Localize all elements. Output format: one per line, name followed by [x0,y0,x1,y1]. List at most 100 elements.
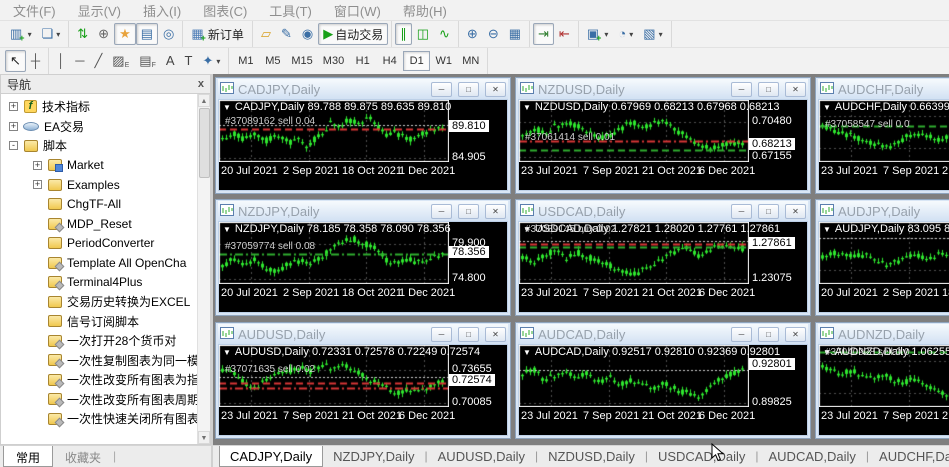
chart-menu-arrow-icon[interactable]: ▼ [823,103,831,112]
new-chart-dropdown-icon[interactable]: ▾ [28,30,32,39]
chart-window-titlebar[interactable]: AUDNZD,Daily─□✕ [818,324,949,344]
menu-item-2[interactable]: 显示(V) [67,0,132,22]
new-chart-button[interactable]: ▥ + ▾ [5,23,37,45]
collapse-icon[interactable]: - [9,141,18,151]
restore-button[interactable]: □ [758,203,779,219]
chart-tab-audcad[interactable]: AUDCAD,Daily [759,446,866,467]
chart-plot-area[interactable]: ▼ NZDUSD,Daily 0.67969 0.68213 0.67968 0.… [518,99,808,191]
close-button[interactable]: ✕ [485,203,506,219]
text-button[interactable]: A [161,50,180,72]
candlestick-chart-button[interactable]: ◫ [412,23,434,45]
nav-item-8[interactable]: PeriodConverter [1,234,210,254]
expand-icon[interactable]: + [9,102,18,112]
periods-button[interactable]: ◔ ▾ [613,23,638,45]
nav-item-6[interactable]: ChgTF-All [1,195,210,215]
chart-plot-area[interactable]: ▼ NZDJPY,Daily 78.185 78.358 78.090 78.35… [218,221,508,313]
bar-chart-button[interactable]: ∥ [395,23,412,45]
nav-item-12[interactable]: 信号订阅脚本 [1,312,210,332]
close-button[interactable]: ✕ [485,326,506,342]
templates-button[interactable]: ▧ ▾ [638,23,667,45]
nav-item-10[interactable]: Terminal4Plus [1,273,210,293]
chart-menu-arrow-icon[interactable]: ▼ [523,348,531,357]
nav-item-11[interactable]: 交易历史转换为EXCEL [1,292,210,312]
profiles-button[interactable]: ❏ ▾ [37,23,66,45]
chart-window-titlebar[interactable]: AUDCHF,Daily─□✕ [818,79,949,99]
chart-shift-button[interactable]: ⇤ [554,23,575,45]
restore-button[interactable]: □ [758,81,779,97]
zoom-out-button[interactable]: ⊖ [483,23,504,45]
templates-dropdown-icon[interactable]: ▾ [659,30,663,39]
chart-window-titlebar[interactable]: NZDJPY,Daily ─ □ ✕ [218,201,508,221]
minimize-button[interactable]: ─ [731,81,752,97]
nav-item-1[interactable]: + f 技术指标 [1,97,210,117]
chart-plot-area[interactable]: ▼AUDJPY,Daily 83.095 83. 20 Jul 2021 2 Sep… [818,221,949,313]
navigator-scrollbar[interactable]: ▲ ▼ [197,94,210,444]
chart-tab-nzdjpy[interactable]: NZDJPY,Daily [323,446,424,467]
equidistant-channel-button[interactable]: ▨ E [107,50,134,72]
text-label-button[interactable]: T [180,50,198,72]
chart-window-titlebar[interactable]: AUDUSD,Daily ─ □ ✕ [218,324,508,344]
timeframe-m5[interactable]: M5 [259,51,286,71]
menu-item-3[interactable]: 插入(I) [132,0,192,22]
market-watch-button[interactable]: ⇅ [72,23,93,45]
menu-item-7[interactable]: 帮助(H) [392,0,458,22]
chart-menu-arrow-icon[interactable]: ▼ [223,348,231,357]
community-button[interactable]: ◉ [297,23,318,45]
chart-tab-usdcad[interactable]: USDCAD,Daily [648,446,755,467]
nav-item-9[interactable]: Template All OpenCha [1,253,210,273]
minimize-button[interactable]: ─ [431,326,452,342]
expand-icon[interactable]: + [33,160,42,170]
restore-button[interactable]: □ [458,81,479,97]
minimize-button[interactable]: ─ [431,81,452,97]
strategy-tester-button[interactable]: ◎ [158,23,179,45]
menu-item-4[interactable]: 图表(C) [192,0,258,22]
nav-item-14[interactable]: 一次性复制图表为同一模 [1,351,210,371]
scrollbar-thumb[interactable] [199,108,210,178]
menu-item-1[interactable]: 文件(F) [2,0,67,22]
line-chart-button[interactable]: ∿ [434,23,455,45]
minimize-button[interactable]: ─ [731,326,752,342]
periods-dropdown-icon[interactable]: ▾ [629,30,633,39]
chart-menu-arrow-icon[interactable]: ▼ [223,225,231,234]
menu-item-6[interactable]: 窗口(W) [323,0,392,22]
new-order-button[interactable]: ▦ + 新订单 [186,23,249,45]
chart-window-titlebar[interactable]: CADJPY,Daily ─ □ ✕ [218,79,508,99]
chart-plot-area[interactable]: ▼ USDCAD,Daily 1.27821 1.28020 1.27761 1.… [518,221,808,313]
chart-tab-audusd[interactable]: AUDUSD,Daily [428,446,535,467]
nav-item-16[interactable]: 一次性改变所有图表周期 [1,390,210,410]
trendline-button[interactable]: ╱ [89,50,107,72]
metaeditor-button[interactable]: ✎ [276,23,297,45]
scroll-down-icon[interactable]: ▼ [198,431,210,444]
timeframe-d1[interactable]: D1 [403,51,431,71]
autotrading-button[interactable]: ▶ 自动交易 [318,23,389,45]
chart-window-titlebar[interactable]: USDCAD,Daily ─ □ ✕ [518,201,808,221]
data-window-button[interactable]: ⊕ [93,23,114,45]
navigator-close-icon[interactable]: x [198,78,204,90]
chart-window-titlebar[interactable]: NZDUSD,Daily ─ □ ✕ [518,79,808,99]
arrows-button[interactable]: ✦ ▾ [197,50,225,72]
timeframe-m1[interactable]: M1 [232,51,259,71]
nav-item-2[interactable]: + EA交易 [1,117,210,137]
timeframe-h4[interactable]: H4 [376,51,403,71]
chart-window-titlebar[interactable]: AUDJPY,Daily─□✕ [818,201,949,221]
timeframe-m15[interactable]: M15 [286,51,317,71]
chart-plot-area[interactable]: ▼ AUDCAD,Daily 0.92517 0.92810 0.92369 0.… [518,344,808,436]
nav-item-4[interactable]: + Market [1,156,210,176]
cursor-button[interactable]: ↖ [5,50,26,72]
scroll-up-icon[interactable]: ▲ [198,94,210,107]
restore-button[interactable]: □ [758,326,779,342]
auto-scroll-button[interactable]: ⇥ [533,23,554,45]
nav-item-3[interactable]: - 脚本 [1,136,210,156]
chart-plot-area[interactable]: ▼ CADJPY,Daily 89.788 89.875 89.635 89.81… [218,99,508,191]
timeframe-m30[interactable]: M30 [318,51,349,71]
terminal-button[interactable]: ▤ [135,23,159,45]
arrows-dropdown-icon[interactable]: ▾ [216,57,220,66]
vertical-line-button[interactable]: │ [52,50,70,72]
chart-plot-area[interactable]: ▼AUDCHF,Daily 0.66399 0.#37058547 sell 0… [818,99,949,191]
chart-menu-arrow-icon[interactable]: ▼ [523,103,531,112]
chart-plot-area[interactable]: ▼ AUDUSD,Daily 0.72331 0.72578 0.72249 0.… [218,344,508,436]
timeframe-mn[interactable]: MN [457,51,484,71]
chart-tab-nzdusd[interactable]: NZDUSD,Daily [538,446,645,467]
expand-icon[interactable]: + [33,180,42,190]
nav-tab-common[interactable]: 常用 [3,446,54,467]
